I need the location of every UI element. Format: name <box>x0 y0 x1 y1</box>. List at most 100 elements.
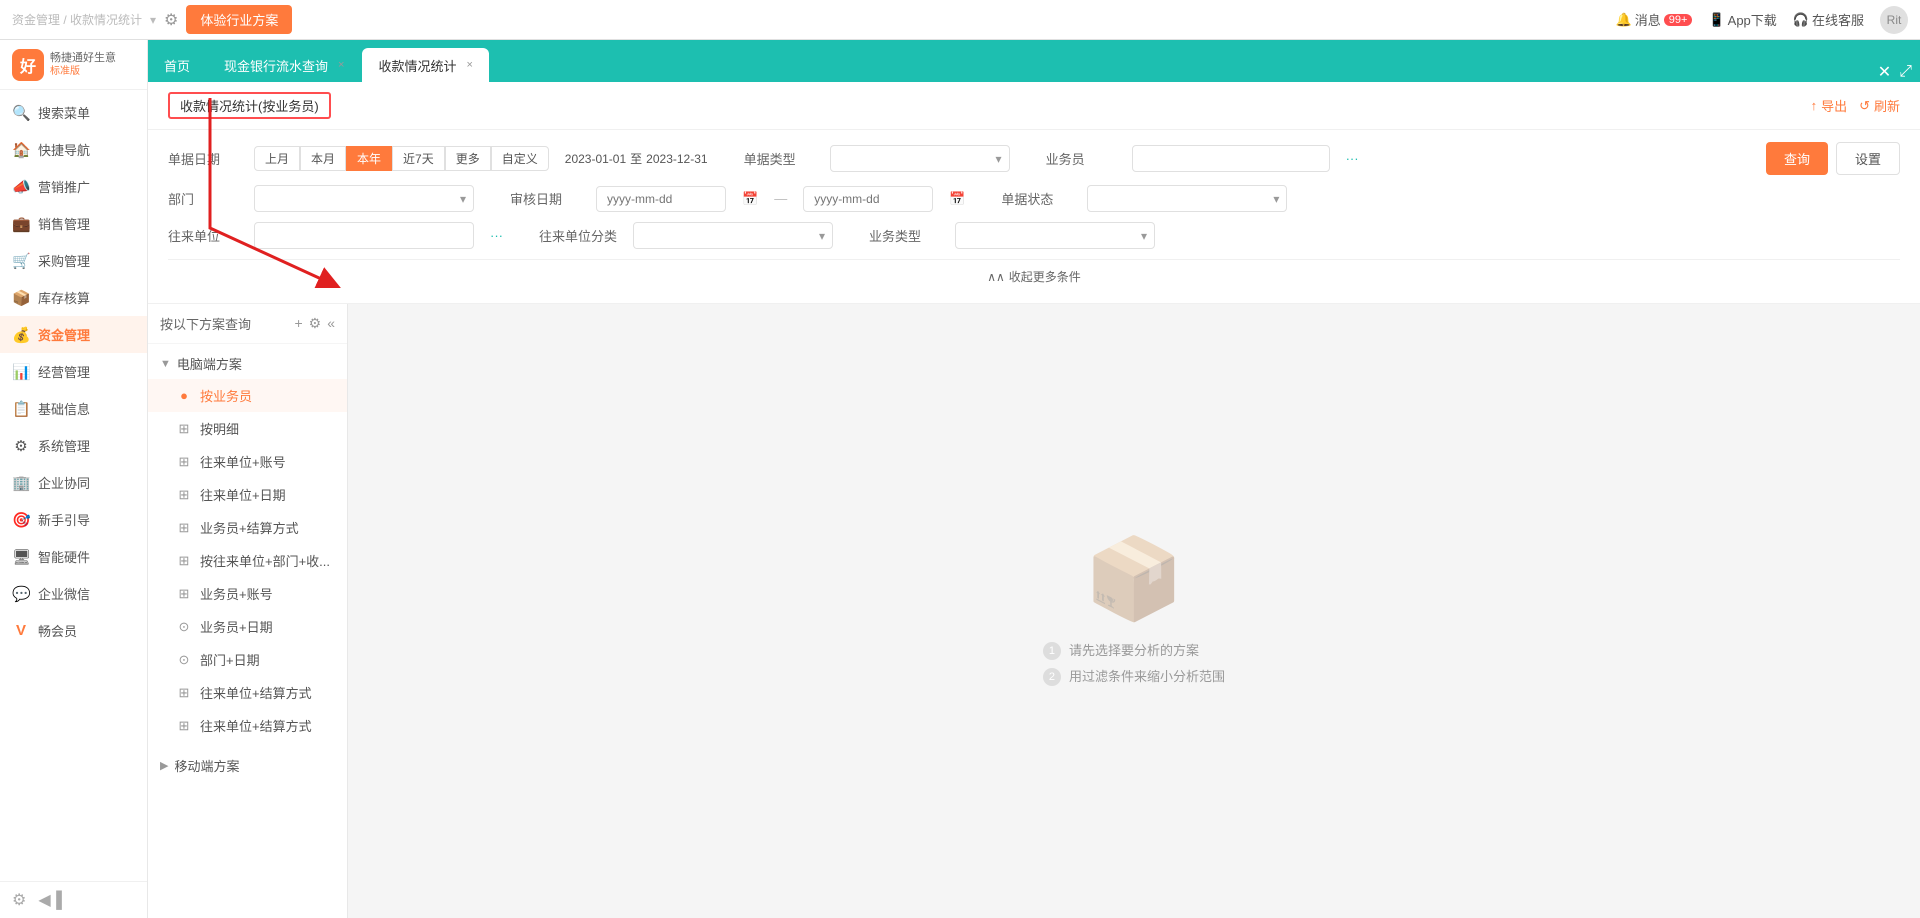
search-icon: 🔍 <box>12 104 30 122</box>
wechat-icon: 💬 <box>12 585 30 603</box>
scheme-item-partner-settlement1[interactable]: ⊞ 往来单位+结算方式 <box>148 676 347 709</box>
operation-icon: 📊 <box>12 363 30 381</box>
dropdown-arrow-icon[interactable]: ▾ <box>150 13 156 27</box>
tab-receipts[interactable]: 收款情况统计 × <box>362 48 488 82</box>
sidebar-item-label: 营销推广 <box>38 177 90 196</box>
date-tab-7days[interactable]: 近7天 <box>392 146 445 171</box>
maximize-icon[interactable]: ⤢ <box>1899 63 1912 81</box>
bell-icon: 🔔 <box>1616 12 1632 28</box>
mobile-group-label: 移动端方案 <box>174 756 239 775</box>
sidebar-item-operation[interactable]: 📊 经营管理 <box>0 353 147 390</box>
sidebar-item-basic[interactable]: 📋 基础信息 <box>0 390 147 427</box>
panel-title: 按以下方案查询 <box>160 314 251 333</box>
scheme-item-partner-dept[interactable]: ⊞ 按往来单位+部门+收... <box>148 544 347 577</box>
review-date-from[interactable] <box>596 186 726 212</box>
scheme-item-dept-date[interactable]: ⊙ 部门+日期 <box>148 643 347 676</box>
collapse-more-button[interactable]: ∧∧ 收起更多条件 <box>168 259 1900 291</box>
tab-cashflow[interactable]: 现金银行流水查询 × <box>208 48 360 82</box>
empty-hint: 📦 1 请先选择要分析的方案 2 用过滤条件来缩小分析范围 <box>1043 532 1225 690</box>
tab-cashflow-label: 现金银行流水查询 <box>224 56 328 75</box>
date-tab-thismonth[interactable]: 本月 <box>300 146 346 171</box>
sidebar-item-corp[interactable]: 🏢 企业协同 <box>0 464 147 501</box>
date-tab-custom[interactable]: 自定义 <box>491 146 549 171</box>
tab-receipts-close-icon[interactable]: × <box>466 59 472 71</box>
page-header: 收款情况统计(按业务员) ↑ 导出 ↺ 刷新 <box>148 82 1920 130</box>
date-tab-thisyear[interactable]: 本年 <box>346 146 392 171</box>
scheme-item-salesperson[interactable]: ● 按业务员 <box>148 379 347 412</box>
sidebar-item-purchase[interactable]: 🛒 采购管理 <box>0 242 147 279</box>
sidebar-logo: 好 畅捷通好生意 标准版 <box>0 40 147 90</box>
user-name: Rit <box>1887 13 1902 27</box>
review-date-to[interactable] <box>803 186 933 212</box>
settings-button[interactable]: 设置 <box>1836 142 1900 175</box>
messages-area[interactable]: 🔔 消息 99+ <box>1616 10 1693 29</box>
partner-category-select[interactable] <box>633 222 833 249</box>
scheme-grid-icon-7: ⊞ <box>176 718 192 734</box>
gear-settings-icon[interactable]: ⚙ <box>164 10 178 30</box>
hint-list: 1 请先选择要分析的方案 2 用过滤条件来缩小分析范围 <box>1043 638 1225 690</box>
export-button[interactable]: ↑ 导出 <box>1811 96 1848 115</box>
add-scheme-icon[interactable]: + <box>294 315 302 332</box>
voucher-status-select[interactable] <box>1087 185 1287 212</box>
scheme-settings-icon[interactable]: ⚙ <box>309 315 322 332</box>
trial-button[interactable]: 体验行业方案 <box>186 5 292 34</box>
online-service-area[interactable]: 🎧 在线客服 <box>1793 10 1864 29</box>
partner-input[interactable] <box>254 222 474 249</box>
sidebar-item-marketing[interactable]: 📣 营销推广 <box>0 168 147 205</box>
tab-home[interactable]: 首页 <box>148 48 206 82</box>
salesperson-input[interactable] <box>1132 145 1330 172</box>
app-download-area[interactable]: 📱 App下载 <box>1708 10 1776 29</box>
collapse-sidebar-icon[interactable]: ◀▐ <box>38 890 62 910</box>
tab-cashflow-close-icon[interactable]: × <box>338 59 344 71</box>
voucher-type-select[interactable] <box>830 145 1010 172</box>
business-type-select[interactable] <box>955 222 1155 249</box>
avatar[interactable]: Rit <box>1880 6 1908 34</box>
close-window-icon[interactable]: ✕ <box>1878 62 1891 82</box>
desktop-group-header[interactable]: ▼ 电脑端方案 <box>148 348 347 379</box>
desktop-group-label: 电脑端方案 <box>177 354 242 373</box>
sidebar-item-label: 畅会员 <box>38 621 77 640</box>
sidebar-item-label: 搜索菜单 <box>38 103 90 122</box>
panel-header: 按以下方案查询 + ⚙ « <box>148 304 347 344</box>
sidebar-item-guide[interactable]: 🎯 新手引导 <box>0 501 147 538</box>
refresh-button[interactable]: ↺ 刷新 <box>1859 96 1900 115</box>
sidebar-item-vip[interactable]: V 畅会员 <box>0 612 147 649</box>
sidebar-item-finance[interactable]: 💰 资金管理 <box>0 316 147 353</box>
messages-label: 消息 <box>1635 10 1661 29</box>
scheme-item-partner-settlement2[interactable]: ⊞ 往来单位+结算方式 <box>148 709 347 742</box>
date-tab-lastmonth[interactable]: 上月 <box>254 146 300 171</box>
scheme-item-label: 往来单位+结算方式 <box>200 716 312 735</box>
settings-bottom-icon[interactable]: ⚙ <box>12 890 26 910</box>
sidebar-item-system[interactable]: ⚙ 系统管理 <box>0 427 147 464</box>
basic-icon: 📋 <box>12 400 30 418</box>
desktop-scheme-group: ▼ 电脑端方案 ● 按业务员 ⊞ 按明细 ⊞ <box>148 344 347 746</box>
sidebar-item-hardware[interactable]: 🖥 智能硬件 <box>0 538 147 575</box>
scheme-item-sales-date[interactable]: ⊙ 业务员+日期 <box>148 610 347 643</box>
voucher-type-select-wrapper <box>830 145 1010 172</box>
sidebar-item-sales[interactable]: 💼 销售管理 <box>0 205 147 242</box>
scheme-item-sales-settlement[interactable]: ⊞ 业务员+结算方式 <box>148 511 347 544</box>
salesperson-more-icon[interactable]: ··· <box>1346 151 1359 166</box>
sidebar-item-stock[interactable]: 📦 库存核算 <box>0 279 147 316</box>
hint-num-2: 2 <box>1043 668 1061 686</box>
sidebar-item-quicknav[interactable]: 🏠 快捷导航 <box>0 131 147 168</box>
export-icon: ↑ <box>1811 98 1818 113</box>
date-tab-more[interactable]: 更多 <box>445 146 491 171</box>
scheme-item-label: 部门+日期 <box>200 650 260 669</box>
collapse-panel-icon[interactable]: « <box>327 315 335 332</box>
scheme-item-partner-date[interactable]: ⊞ 往来单位+日期 <box>148 478 347 511</box>
right-content: 📦 1 请先选择要分析的方案 2 用过滤条件来缩小分析范围 <box>348 304 1920 918</box>
department-label: 部门 <box>168 189 238 208</box>
mobile-group-header[interactable]: ▶ 移动端方案 <box>148 750 347 781</box>
sidebar-item-wechat[interactable]: 💬 企业微信 <box>0 575 147 612</box>
review-date-label: 审核日期 <box>510 189 580 208</box>
scheme-item-detail[interactable]: ⊞ 按明细 <box>148 412 347 445</box>
scheme-grid-icon-2: ⊞ <box>176 454 192 470</box>
scheme-item-sales-account[interactable]: ⊞ 业务员+账号 <box>148 577 347 610</box>
main-layout: 好 畅捷通好生意 标准版 🔍 搜索菜单 🏠 快捷导航 📣 营销推广 <box>0 40 1920 918</box>
query-button[interactable]: 查询 <box>1766 142 1828 175</box>
department-select[interactable] <box>254 185 474 212</box>
scheme-item-partner-account[interactable]: ⊞ 往来单位+账号 <box>148 445 347 478</box>
sidebar-item-search[interactable]: 🔍 搜索菜单 <box>0 94 147 131</box>
partner-more-icon[interactable]: ··· <box>490 228 503 243</box>
